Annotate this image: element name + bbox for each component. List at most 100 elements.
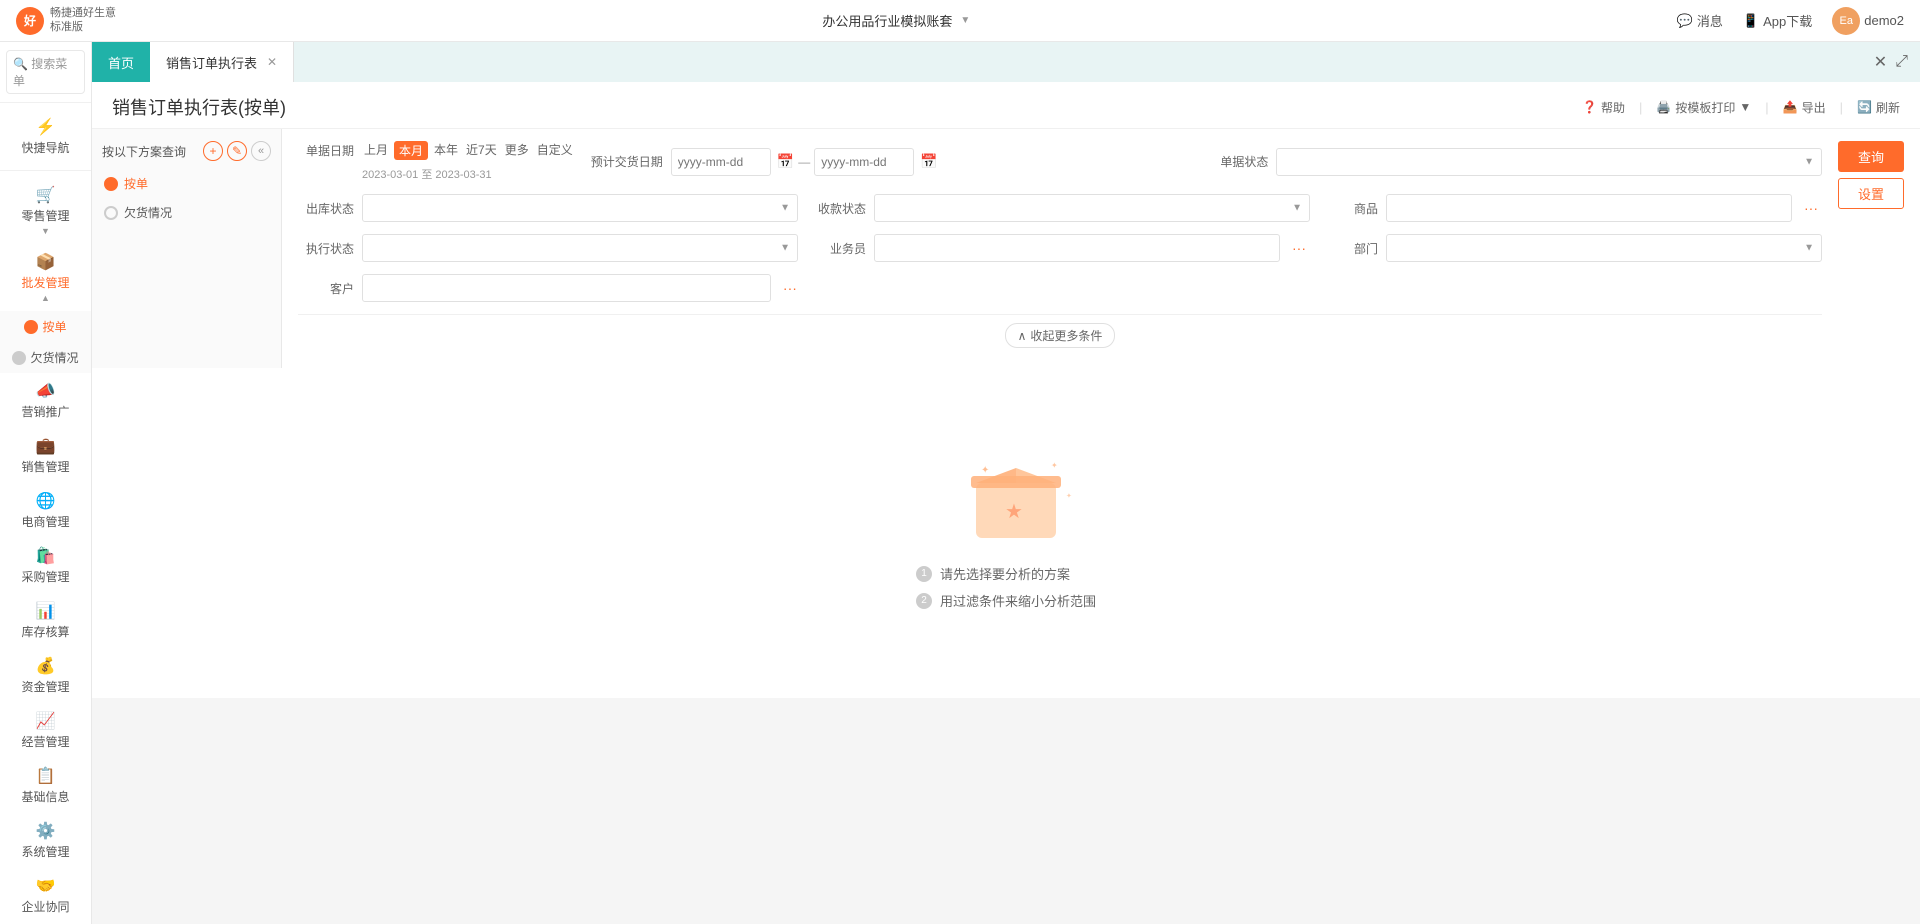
sidebar-item-marketing[interactable]: 📣 营销推广 [0, 373, 91, 428]
out-status-label: 出库状态 [298, 200, 354, 217]
sidebar-search-area: 🔍 搜索菜单 [0, 42, 91, 103]
date-tab-last-7[interactable]: 近7天 [464, 141, 499, 160]
field-salesman: 业务员 ··· [810, 234, 1310, 262]
message-btn[interactable]: 💬 消息 [1677, 11, 1723, 30]
system-icon: ⚙️ [36, 821, 56, 841]
tab-home[interactable]: 首页 [92, 42, 150, 82]
empty-step-2: 2 用过滤条件来缩小分析范围 [916, 591, 1096, 610]
scheme-item-debt[interactable]: 欠货情况 [92, 198, 281, 227]
svg-text:✦: ✦ [1051, 461, 1058, 470]
customer-input[interactable] [362, 274, 771, 302]
date-tab-last-month[interactable]: 上月 [362, 141, 390, 160]
empty-state: ★ ✦ ✦ ✦ 1 请先选择要分析的方案 2 [92, 368, 1920, 698]
export-icon: 📤 [1783, 100, 1798, 114]
avatar: Ea [1832, 7, 1860, 35]
scheme-edit-btn[interactable]: ✎ [227, 141, 247, 161]
app-download-btn[interactable]: 📱 App下载 [1743, 11, 1812, 30]
app-title-area: 办公用品行业模拟账套 ▼ [822, 11, 970, 30]
salesman-ellipsis-btn[interactable]: ··· [1288, 240, 1310, 256]
filter-row-1: 单据日期 上月 本月 本年 近7天 更多 自定义 [298, 141, 1822, 182]
scheme-panel: 按以下方案查询 + ✎ « 按单 [92, 129, 282, 368]
date-tab-this-year[interactable]: 本年 [432, 141, 460, 160]
retail-icon: 🛒 [36, 185, 56, 205]
sidebar-item-finance[interactable]: 💰 资金管理 [0, 648, 91, 703]
empty-state-icon: ★ ✦ ✦ ✦ [956, 448, 1056, 548]
customer-ellipsis-btn[interactable]: ··· [779, 280, 801, 296]
collapse-btn[interactable]: ∧ 收起更多条件 [1005, 323, 1116, 348]
quick-nav-area: ⚡ 快捷导航 [0, 103, 91, 171]
app-title-dropdown-icon[interactable]: ▼ [960, 15, 970, 26]
step-2-num: 2 [916, 593, 932, 609]
query-btn[interactable]: 查询 [1838, 141, 1904, 172]
scheme-collapse-btn[interactable]: « [251, 141, 271, 161]
page-content: 销售订单执行表(按单) ❓ 帮助 | 🖨️ 按模板打印 ▼ | [92, 82, 1920, 924]
date-range-text: 2023-03-01 至 2023-03-31 [362, 169, 492, 181]
sidebar-subitem-orders[interactable]: 按单 [0, 311, 91, 342]
filter-area: 单据日期 上月 本月 本年 近7天 更多 自定义 [282, 129, 1838, 368]
sidebar-item-purchase[interactable]: 🛍️ 采购管理 [0, 538, 91, 593]
sidebar-item-ecommerce[interactable]: 🌐 电商管理 [0, 483, 91, 538]
filter-row-2: 出库状态 ▼ 收款状态 [298, 194, 1822, 222]
date-tab-more[interactable]: 更多 [503, 141, 531, 160]
user-area[interactable]: Ea demo2 [1832, 7, 1904, 35]
sidebar-item-wholesale[interactable]: 📦 批发管理 ▲ [0, 244, 91, 311]
field-doc-status: 单据状态 ▼ [1212, 148, 1822, 176]
expected-date-to[interactable] [814, 148, 914, 176]
calendar-from-icon[interactable]: 📅 [777, 153, 794, 170]
page-actions: ❓ 帮助 | 🖨️ 按模板打印 ▼ | 📤 导出 [1582, 99, 1900, 116]
doc-status-select[interactable] [1276, 148, 1822, 176]
scheme-add-btn[interactable]: + [203, 141, 223, 161]
filter-row-4: 客户 ··· [298, 274, 1822, 302]
search-menu-btn[interactable]: 🔍 搜索菜单 [6, 50, 85, 94]
tab-close-icon[interactable]: ✕ [267, 55, 277, 69]
expected-date-from[interactable] [671, 148, 771, 176]
top-bar: 好 畅捷通好生意 标准版 办公用品行业模拟账套 ▼ 💬 消息 📱 App下载 E… [0, 0, 1920, 42]
set-btn[interactable]: 设置 [1838, 178, 1904, 209]
sidebar-item-quick-nav[interactable]: ⚡ 快捷导航 [0, 109, 91, 164]
sidebar-item-inventory[interactable]: 📊 库存核算 [0, 593, 91, 648]
calendar-to-icon[interactable]: 📅 [920, 153, 937, 170]
date-tab-custom[interactable]: 自定义 [535, 141, 575, 160]
tab-close-all-btn[interactable]: ✕ [1874, 52, 1887, 72]
tab-maximize-btn[interactable]: ⤢ [1895, 53, 1908, 71]
refresh-btn[interactable]: 🔄 刷新 [1857, 99, 1900, 116]
sidebar-item-retail[interactable]: 🛒 零售管理 ▼ [0, 177, 91, 244]
field-dept: 部门 ▼ [1322, 234, 1822, 262]
basic-icon: 📋 [36, 766, 56, 786]
help-btn[interactable]: ❓ 帮助 [1582, 99, 1625, 116]
action-divider-1: | [1639, 100, 1642, 115]
export-btn[interactable]: 📤 导出 [1783, 99, 1826, 116]
wholesale-submenu: 按单 欠货情况 [0, 311, 91, 373]
tab-bar: 首页 销售订单执行表 ✕ ✕ ⤢ [92, 42, 1920, 82]
sidebar-item-system[interactable]: ⚙️ 系统管理 [0, 813, 91, 868]
sidebar-item-enterprise[interactable]: 🤝 企业协同 [0, 868, 91, 923]
expected-date-label: 预计交货日期 [591, 153, 663, 170]
refresh-icon: 🔄 [1857, 100, 1872, 114]
goods-ellipsis-btn[interactable]: ··· [1800, 200, 1822, 216]
tab-sales-exec[interactable]: 销售订单执行表 ✕ [150, 42, 294, 82]
scheme-item-by-order[interactable]: 按单 [92, 169, 281, 198]
out-status-select[interactable] [362, 194, 798, 222]
print-btn[interactable]: 🖨️ 按模板打印 ▼ [1656, 99, 1751, 116]
action-divider-2: | [1765, 100, 1768, 115]
wholesale-expand-icon: ▲ [41, 293, 50, 303]
salesman-input[interactable] [874, 234, 1280, 262]
logo-text: 畅捷通好生意 标准版 [50, 7, 116, 33]
sidebar-item-business[interactable]: 📈 经营管理 [0, 703, 91, 758]
receive-status-select[interactable] [874, 194, 1310, 222]
app-title: 办公用品行业模拟账套 [822, 11, 952, 30]
goods-input[interactable] [1386, 194, 1792, 222]
dept-select[interactable] [1386, 234, 1822, 262]
exec-status-select[interactable] [362, 234, 798, 262]
field-doc-date: 单据日期 上月 本月 本年 近7天 更多 自定义 [298, 141, 579, 182]
quick-nav-icon: ⚡ [36, 117, 56, 137]
date-tab-this-month[interactable]: 本月 [394, 141, 428, 160]
logo-area[interactable]: 好 畅捷通好生意 标准版 [16, 7, 116, 35]
sidebar-item-basic[interactable]: 📋 基础信息 [0, 758, 91, 813]
receive-status-label: 收款状态 [810, 200, 866, 217]
sidebar-subitem-debt[interactable]: 欠货情况 [0, 342, 91, 373]
tab-bar-actions: ✕ ⤢ [1862, 52, 1920, 72]
sidebar-item-sales[interactable]: 💼 销售管理 [0, 428, 91, 483]
inventory-icon: 📊 [36, 601, 56, 621]
wholesale-icon: 📦 [36, 252, 56, 272]
